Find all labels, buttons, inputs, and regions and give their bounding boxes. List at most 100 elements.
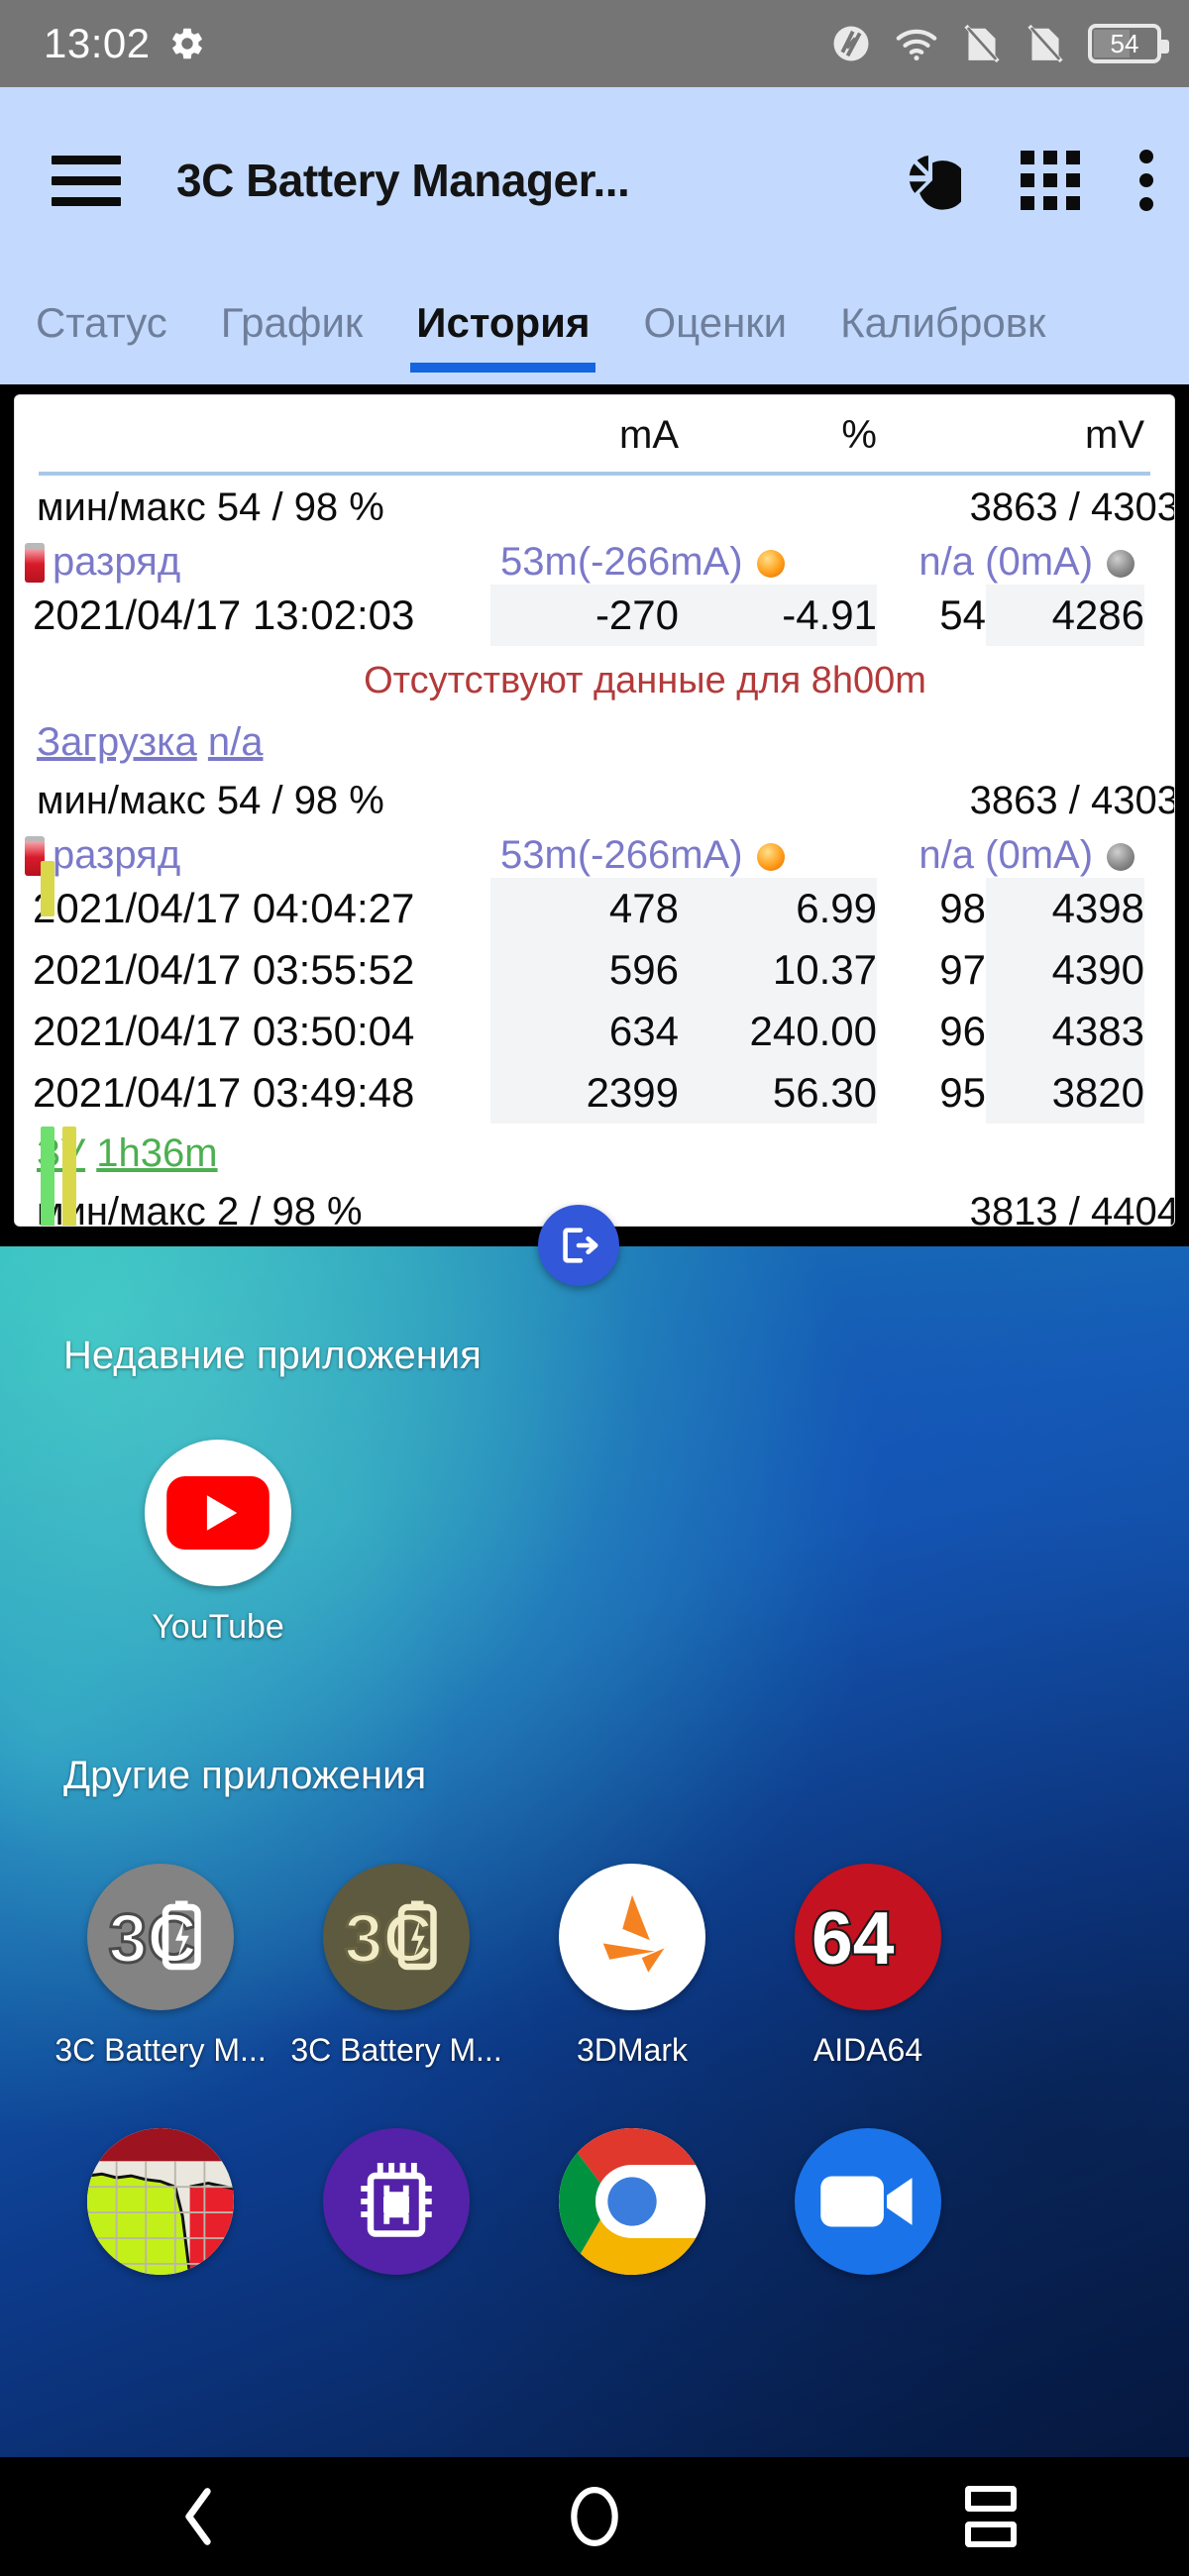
- row-ma: -270: [490, 585, 679, 646]
- app-youtube[interactable]: YouTube: [121, 1440, 315, 1647]
- battery-graph-icon: [87, 2128, 234, 2275]
- phone-screen: 13:02 54 3C Battery Manager... Статус Гр…: [0, 0, 1189, 2576]
- discharge-label-1: разряд: [15, 540, 490, 585]
- discharge-rate-2: 53m(-266mA): [490, 833, 785, 878]
- app-bar: 3C Battery Manager...: [0, 87, 1189, 273]
- cpu-chip-icon: [323, 2128, 470, 2275]
- table-row[interactable]: 2021/04/17 03:55:52 596 10.37 97 4390 33…: [15, 939, 1174, 1001]
- row-mv: 4390: [986, 939, 1145, 1001]
- minmax-right-3: 3813 / 4404 mV: [969, 1190, 1175, 1227]
- row-ma: 634: [490, 1001, 679, 1062]
- recents-icon[interactable]: [892, 2486, 1090, 2547]
- charge-rate-text-2: n/a (0mA): [919, 833, 1094, 877]
- loading-value[interactable]: n/a: [208, 720, 264, 764]
- charge-rate-text-1: n/a (0mA): [919, 540, 1094, 584]
- pie-chart-icon[interactable]: [900, 150, 961, 211]
- recents-glyph: [965, 2486, 1017, 2547]
- charger-duration[interactable]: 1h36m: [96, 1131, 217, 1175]
- sim1-off-icon: [961, 22, 1003, 65]
- charge-rate-1: n/a (0mA): [679, 540, 1144, 585]
- export-share-button[interactable]: [538, 1205, 619, 1286]
- history-card: mA % mV °C мин/макс 54 / 98 % 3863 / 430…: [14, 394, 1175, 1227]
- row-pct: -4.91: [679, 585, 878, 646]
- table-row[interactable]: 2021/04/17 03:49:48 2399 56.30 95 3820 3…: [15, 1062, 1174, 1124]
- page-title: 3C Battery Manager...: [176, 155, 630, 206]
- app-3dmark[interactable]: 3DMark: [535, 1864, 729, 2069]
- overflow-menu-icon[interactable]: [1139, 150, 1153, 211]
- row-ma: 2399: [490, 1062, 679, 1124]
- header-level: [877, 395, 986, 472]
- row-lvl: 95: [939, 1069, 987, 1116]
- screen-off-icon: [1107, 550, 1135, 579]
- row-date: 2021/04/17 03:49:48: [33, 1069, 415, 1116]
- app-label: YouTube: [152, 1608, 284, 1646]
- 3c-battery-manager-olive-icon: 3C: [323, 1864, 470, 2010]
- app-3c-battery-manager-olive[interactable]: 3C 3C Battery M...: [290, 1864, 502, 2069]
- status-icons: 54: [830, 22, 1169, 65]
- charger-row: ЗУ 1h36m: [15, 1124, 1174, 1180]
- discharge-text-2: разряд: [53, 833, 181, 877]
- hamburger-menu-icon[interactable]: [52, 155, 121, 206]
- discharge-rate-text-1: 53m(-266mA): [500, 540, 743, 584]
- discharge-label-2: разряд: [15, 833, 490, 878]
- row-temp: 33.4: [1144, 939, 1174, 1001]
- app-chrome[interactable]: [535, 2128, 729, 2297]
- row-pct: 56.30: [679, 1062, 878, 1124]
- app-cpu-info[interactable]: [299, 2128, 493, 2297]
- tab-graph[interactable]: График: [221, 289, 364, 347]
- minmax-left-1: мин/макс 54 / 98 %: [37, 485, 384, 529]
- discharge-rate-text-2: 53m(-266mA): [500, 833, 743, 877]
- row-ma: 596: [490, 939, 679, 1001]
- battery-level-text: 54: [1110, 28, 1139, 58]
- tab-status[interactable]: Статус: [36, 289, 167, 347]
- charge-rate-2: n/a (0mA): [679, 833, 1144, 878]
- back-chevron-icon[interactable]: [99, 2487, 297, 2546]
- discharge-rate-1: 53m(-266mA): [490, 540, 785, 585]
- app-label: 3DMark: [576, 2032, 688, 2068]
- history-table: mA % mV °C: [15, 395, 1174, 472]
- recent-apps-row: YouTube: [0, 1440, 1189, 1647]
- history-body: мин/макс 54 / 98 % 3863 / 4303 mV разряд…: [15, 476, 1175, 1227]
- row-lvl: 98: [939, 885, 987, 931]
- row-date: 2021/04/17 04:04:27: [33, 885, 415, 931]
- header-spacer: [15, 395, 490, 472]
- tab-estimates[interactable]: Оценки: [643, 289, 787, 347]
- row-marker-olive: [62, 1127, 76, 1226]
- row-temp: 33.6: [1144, 1001, 1174, 1062]
- nfc-icon: [830, 23, 872, 64]
- row-mv: 3820: [986, 1062, 1145, 1124]
- table-row[interactable]: 2021/04/17 13:02:03 -270 -4.91 54 4286 3…: [15, 585, 1174, 646]
- discharge-status-row-1: разряд 53m(-266mA) n/a (0mA): [15, 540, 1174, 585]
- home-circle-icon[interactable]: [495, 2486, 694, 2547]
- minmax-left-3: мин/макс 2 / 98 %: [37, 1190, 363, 1227]
- app-video-meeting[interactable]: [771, 2128, 965, 2297]
- row-pct: 240.00: [679, 1001, 878, 1062]
- svg-text:64: 64: [811, 1896, 895, 1979]
- row-temp: 32.3: [1144, 585, 1174, 646]
- tab-history[interactable]: История: [410, 289, 596, 373]
- navigation-bar: [0, 2457, 1189, 2576]
- row-mv: 4398: [986, 878, 1145, 939]
- app-battery-graph[interactable]: [63, 2128, 258, 2297]
- minmax-row-1: мин/макс 54 / 98 % 3863 / 4303 mV: [15, 476, 1174, 540]
- table-row[interactable]: 2021/04/17 03:50:04 634 240.00 96 4383 3…: [15, 1001, 1174, 1062]
- 3c-battery-manager-gray-icon: 3C: [87, 1864, 234, 2010]
- other-apps-row-2: [0, 2128, 1189, 2297]
- screen-off-icon: [1107, 843, 1135, 872]
- row-temp: 32.6: [1144, 878, 1174, 939]
- loading-link[interactable]: Загрузка: [37, 720, 197, 764]
- table-row[interactable]: 2021/04/17 04:04:27 478 6.99 98 4398 32.…: [15, 878, 1174, 939]
- app-3c-battery-manager-gray[interactable]: 3C 3C Battery M...: [54, 1864, 267, 2069]
- no-data-message: Отсутствуют данные для 8h00m: [364, 660, 926, 701]
- app-grid-icon[interactable]: [1021, 151, 1080, 210]
- youtube-icon: [145, 1440, 291, 1586]
- gear-icon: [168, 25, 206, 62]
- header-mv: mV: [1085, 413, 1144, 457]
- tab-calibration[interactable]: Калибровк: [840, 289, 1045, 347]
- app-aida64[interactable]: 64 AIDA64: [771, 1864, 965, 2069]
- minmax-right-2: 3863 / 4303 mV: [969, 779, 1175, 822]
- status-bar: 13:02 54: [0, 0, 1189, 87]
- chrome-icon: [559, 2128, 705, 2275]
- battery-discharge-icon: [25, 542, 45, 583]
- no-data-row: Отсутствуют данные для 8h00m: [15, 646, 1174, 712]
